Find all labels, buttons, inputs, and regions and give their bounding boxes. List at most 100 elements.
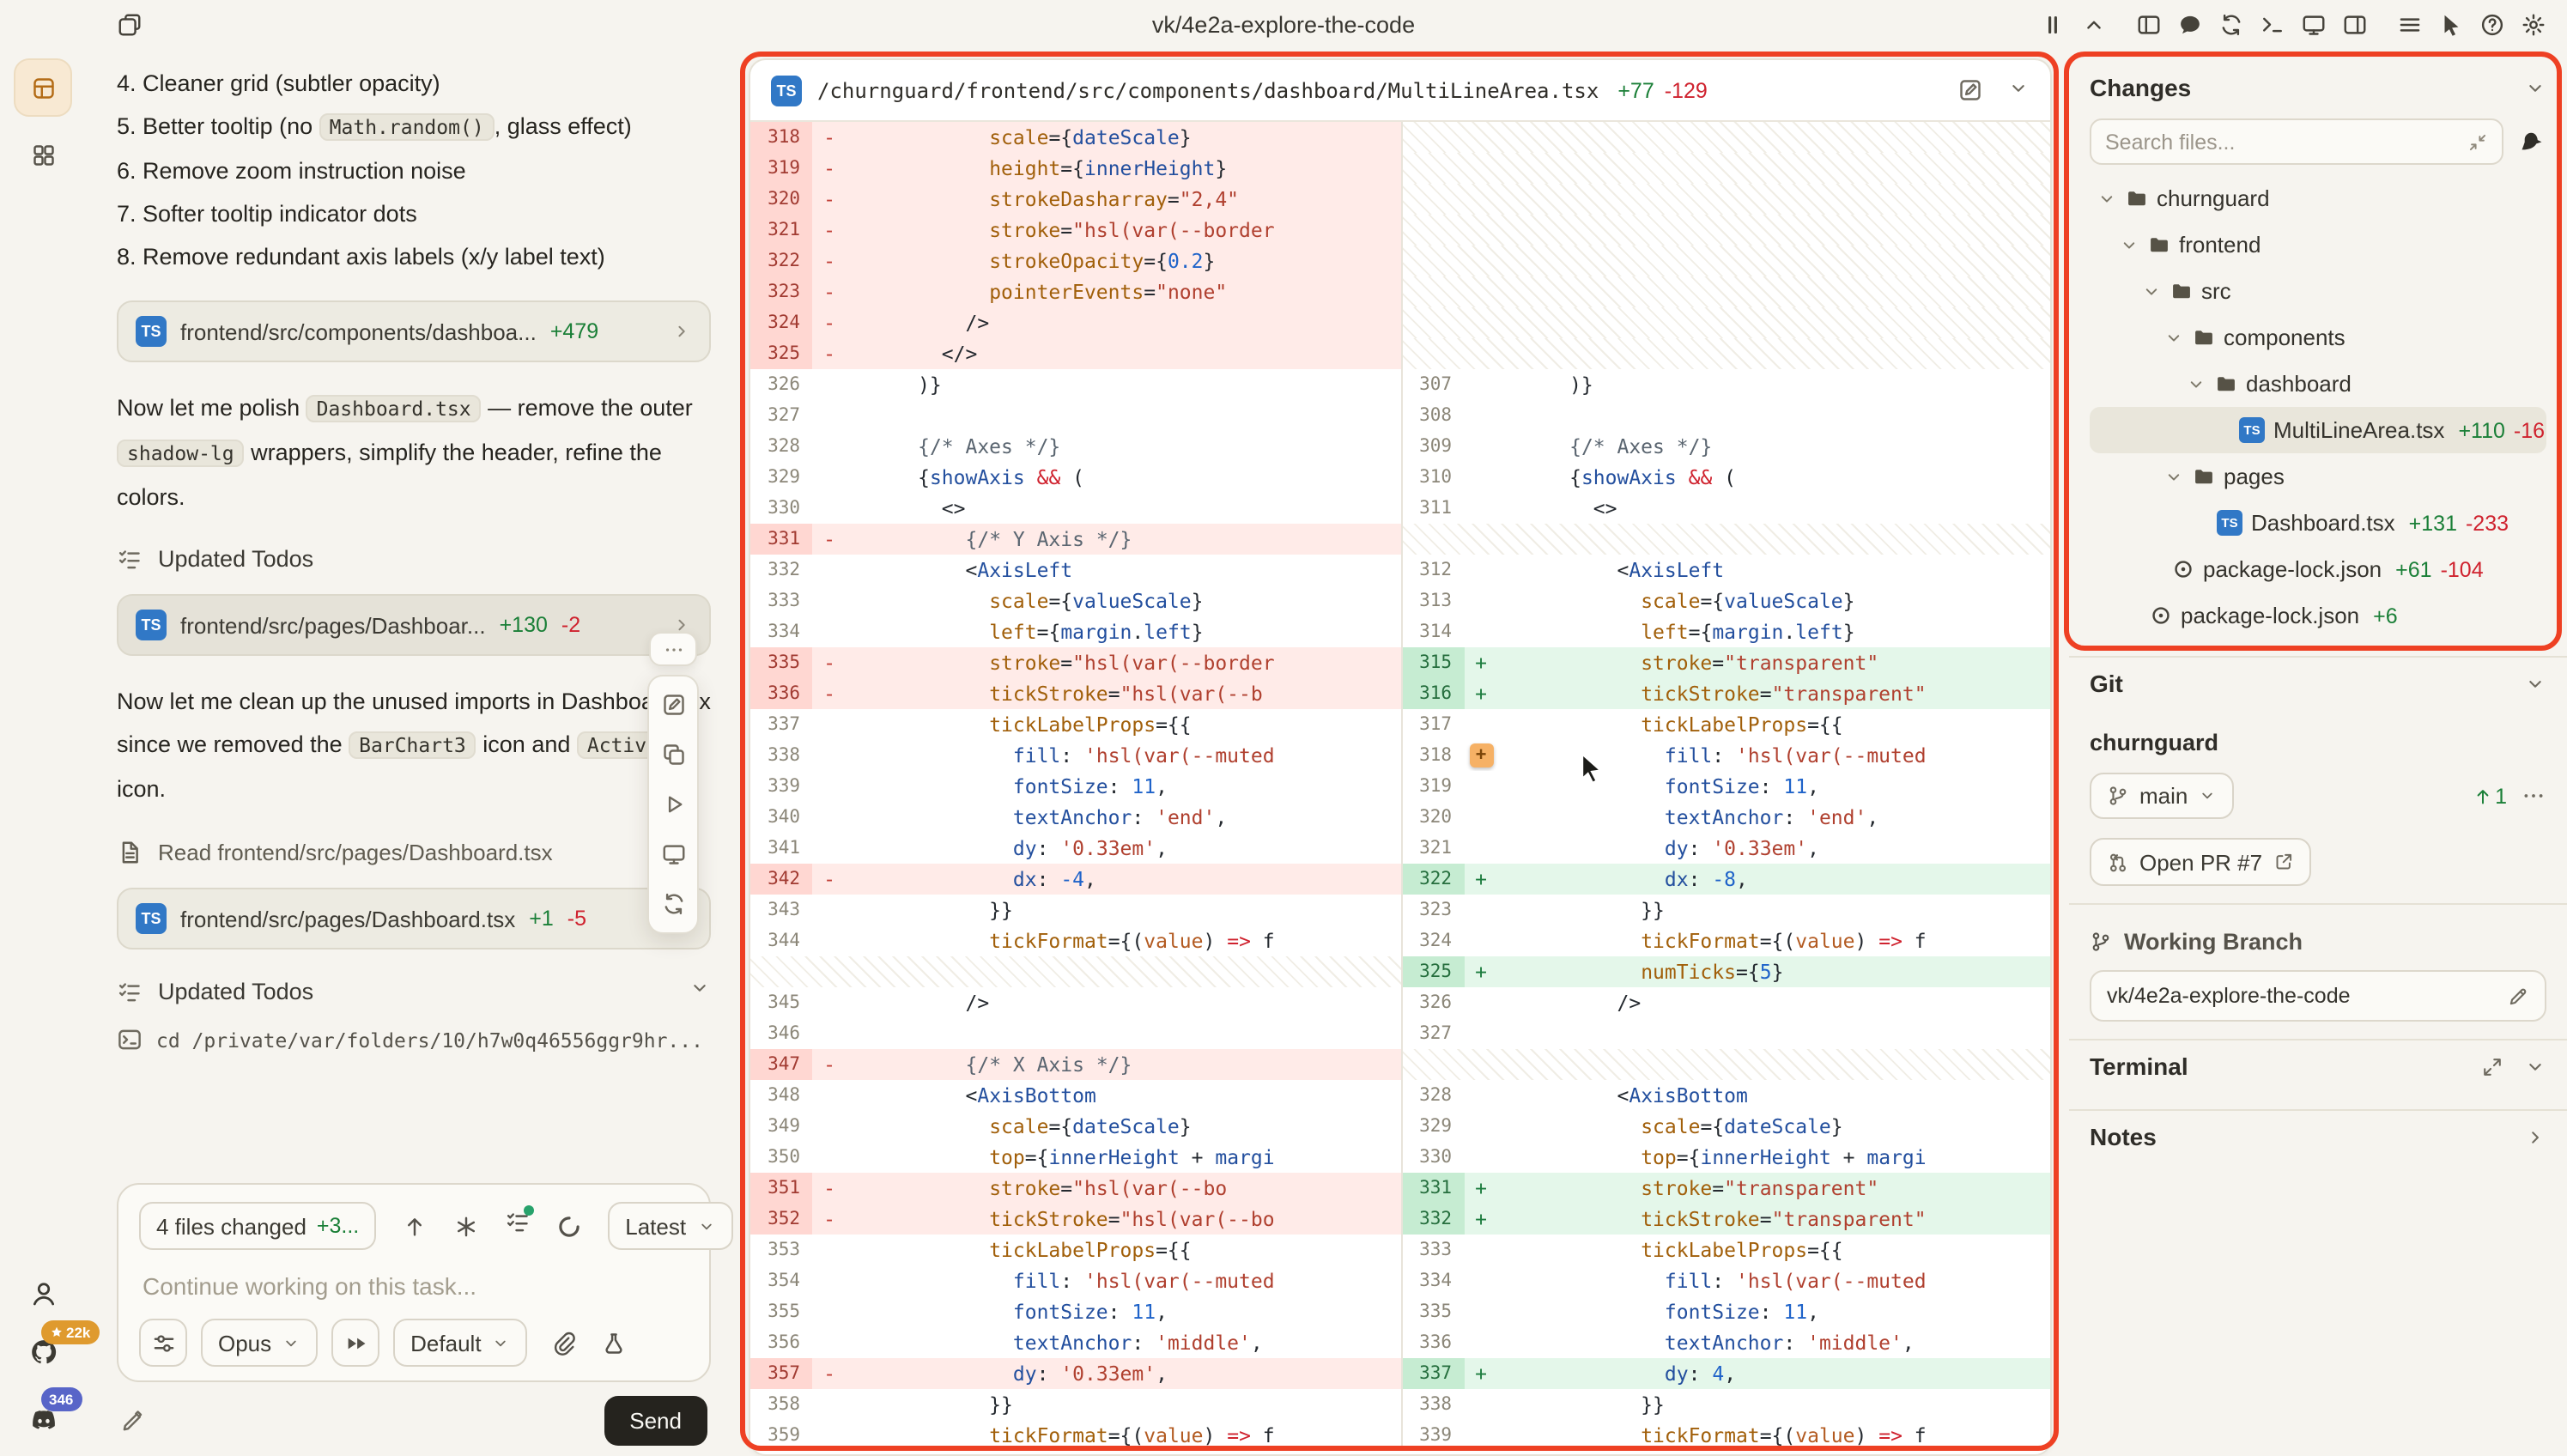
boards-icon[interactable] [30, 143, 56, 168]
diff-new-side: 319 fontSize: 11, [1400, 771, 2050, 802]
tree-folder-churnguard[interactable]: churnguard [2090, 175, 2546, 221]
annotate-icon[interactable] [660, 692, 686, 718]
git-section-header[interactable]: Git [2090, 658, 2546, 709]
line-number: 315 [1402, 647, 1464, 678]
code-token: "hsl(var(--bo [1072, 1176, 1227, 1200]
file-change-chip[interactable]: TS frontend/src/pages/Dashboar... +130 -… [117, 594, 711, 656]
chevron-down-icon[interactable] [2524, 76, 2546, 99]
pause-icon[interactable] [2040, 11, 2066, 37]
diff-marker: + [1464, 678, 1498, 709]
diff-new-side: 321 dy: '0.33em', [1400, 833, 2050, 864]
tree-file-package-lock.json[interactable]: package-lock.json+61-104 [2090, 546, 2546, 592]
tree-file-Dashboard.tsx[interactable]: TSDashboard.tsx+131-233 [2090, 500, 2546, 546]
code-line: dy: '0.33em', [847, 1358, 1400, 1389]
pointer-icon[interactable] [2438, 11, 2464, 37]
copy-icon[interactable] [660, 742, 686, 767]
chevron-down-icon[interactable] [2524, 1055, 2546, 1077]
diff-marker [1464, 1389, 1498, 1420]
file-search[interactable] [2090, 118, 2503, 165]
tree-file-MultiLineArea.tsx[interactable]: TSMultiLineArea.tsx+110-16 [2090, 407, 2546, 453]
github-link[interactable]: 22k [28, 1338, 58, 1375]
diff-old-side: 355 fontSize: 11, [750, 1296, 1400, 1327]
terminal-section-header[interactable]: Terminal [2090, 1040, 2546, 1092]
attach-icon[interactable] [552, 1330, 578, 1356]
file-change-chip[interactable]: TS frontend/src/components/dashboa... +4… [117, 300, 711, 362]
read-file-row[interactable]: Read frontend/src/pages/Dashboard.tsx [117, 840, 711, 865]
chevron-down-icon[interactable] [689, 977, 711, 999]
message-input[interactable] [143, 1272, 692, 1300]
flask-icon[interactable] [602, 1330, 628, 1356]
split-diff[interactable]: 318- scale={dateScale}319- height={inner… [750, 122, 2050, 1454]
code-token: fontSize [1665, 1300, 1760, 1324]
chevron-down-icon[interactable] [2007, 77, 2030, 100]
settings-gear-icon[interactable] [2521, 11, 2546, 37]
branch-dropdown[interactable]: main [2090, 773, 2234, 819]
chat-history[interactable]: 4. Cleaner grid (subtler opacity)5. Bett… [117, 48, 711, 1183]
todo-list-button[interactable] [505, 1209, 531, 1243]
sparkle-icon[interactable] [453, 1213, 479, 1239]
send-button[interactable]: Send [604, 1396, 707, 1446]
search-input[interactable] [2105, 130, 2457, 154]
tree-folder-dashboard[interactable]: dashboard [2090, 361, 2546, 407]
screen-icon[interactable] [660, 841, 686, 867]
collapse-icon[interactable] [2081, 11, 2107, 37]
help-icon[interactable] [2479, 11, 2505, 37]
code-token: ={ [1144, 249, 1168, 273]
tree-folder-frontend[interactable]: frontend [2090, 221, 2546, 268]
play-icon[interactable] [660, 792, 686, 817]
git-compare-icon[interactable] [2218, 11, 2244, 37]
change-view-icon[interactable] [1957, 77, 1983, 103]
working-branch-input[interactable] [2107, 984, 2497, 1008]
monitor-icon[interactable] [2301, 11, 2327, 37]
tree-folder-components[interactable]: components [2090, 314, 2546, 361]
tree-file-package-lock.json[interactable]: package-lock.json+6 [2090, 592, 2546, 639]
more-dots-icon[interactable] [2521, 783, 2546, 809]
chat-bubble-icon[interactable] [2177, 11, 2203, 37]
fast-forward-button[interactable] [331, 1319, 379, 1367]
model-dropdown[interactable]: Opus [201, 1319, 318, 1367]
commits-ahead[interactable]: 1 [2473, 784, 2507, 808]
app-logo-button[interactable] [14, 58, 72, 117]
chevron-right-icon[interactable] [2524, 1125, 2546, 1148]
code-token: AxisBottom [1629, 1083, 1748, 1107]
pencil-icon[interactable] [2507, 985, 2529, 1007]
terminal-icon[interactable] [2260, 11, 2285, 37]
changes-section-header[interactable]: Changes [2090, 62, 2546, 113]
scroll-top-icon[interactable] [402, 1213, 428, 1239]
open-pr-button[interactable]: Open PR #7 [2090, 838, 2310, 886]
compare-icon[interactable] [660, 891, 686, 917]
discord-link[interactable]: 346 [28, 1404, 58, 1442]
code-line: )} [1498, 369, 2050, 400]
code-token: } [1204, 249, 1216, 273]
collapse-tree-icon[interactable] [2467, 131, 2488, 152]
files-changed-button[interactable]: 4 files changed +3... [139, 1202, 376, 1250]
tree-folder-src[interactable]: src [2090, 268, 2546, 314]
more-actions-button[interactable] [649, 632, 697, 666]
todo-status-dot [524, 1205, 534, 1216]
diff-new-side: 332+ tickStroke="transparent" [1400, 1204, 2050, 1235]
file-change-chip[interactable]: TS frontend/src/pages/Dashboard.tsx +1 -… [117, 888, 711, 949]
expand-icon[interactable] [2481, 1055, 2503, 1077]
working-branch-field[interactable] [2090, 970, 2546, 1022]
profile-icon[interactable] [28, 1279, 58, 1308]
chevron-down-icon[interactable] [2524, 672, 2546, 695]
terminal-command-row[interactable]: cd /private/var/folders/10/h7w0q46556ggr… [117, 1027, 711, 1053]
notes-section-header[interactable]: Notes [2090, 1111, 2546, 1162]
panel-left-icon[interactable] [2136, 11, 2162, 37]
tree-folder-pages[interactable]: pages [2090, 453, 2546, 500]
updated-todos-row[interactable]: Updated Todos [117, 977, 711, 1004]
line-number: 328 [1402, 1080, 1464, 1111]
crayon-icon[interactable] [120, 1408, 146, 1434]
code-token: ) [1204, 929, 1228, 953]
tune-button[interactable] [139, 1319, 187, 1367]
window-stack-icon[interactable] [117, 11, 143, 37]
code-token: , [1156, 774, 1168, 798]
star-icon [49, 1326, 63, 1339]
menu-icon[interactable] [2397, 11, 2423, 37]
updated-todos-row[interactable]: Updated Todos [117, 546, 711, 572]
add-comment-button[interactable]: + [1469, 743, 1493, 767]
bird-icon[interactable] [2517, 127, 2546, 156]
panel-right-icon[interactable] [2342, 11, 2368, 37]
latest-dropdown[interactable]: Latest [608, 1202, 732, 1250]
preset-dropdown[interactable]: Default [393, 1319, 527, 1367]
